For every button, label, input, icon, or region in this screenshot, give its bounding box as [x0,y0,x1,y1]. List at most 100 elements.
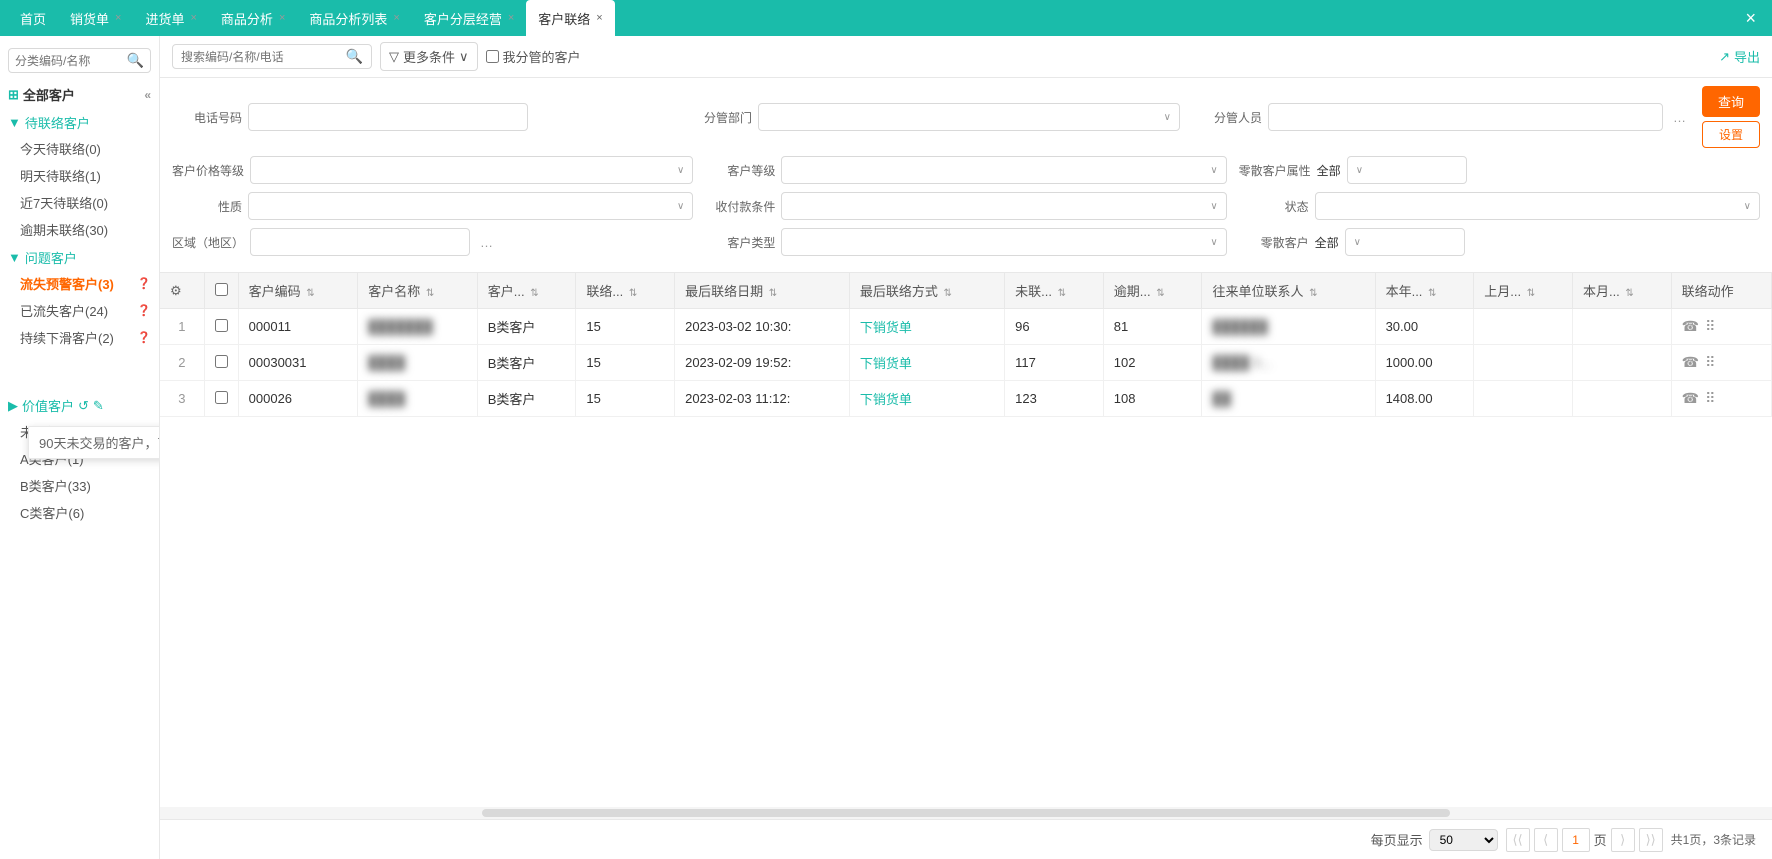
contact-icon-1[interactable]: ☎ [1682,318,1699,335]
edit-icon[interactable]: ✎ [93,398,104,414]
th-checkbox[interactable] [204,273,238,309]
more-action-icon-3[interactable]: ⠿ [1705,390,1715,407]
sidebar-section-pending[interactable]: ▼ 待联络客户 [0,108,159,135]
manager-select[interactable] [1268,103,1663,131]
export-button[interactable]: ↗ 导出 [1719,47,1760,66]
row-way-2[interactable]: 下销货单 [849,345,1004,381]
page-size-select[interactable]: 50 100 [1429,829,1498,851]
th-this-year[interactable]: 本年... ⇅ [1375,273,1474,309]
close-tab-customer-segmentation[interactable]: × [508,12,514,24]
th-contact[interactable]: 联络... ⇅ [576,273,675,309]
sidebar-section-value[interactable]: ▶ 价值客户 ↺ ✎ [0,391,159,418]
sidebar-collapse-btn[interactable]: « [144,88,151,102]
tab-customer-segmentation[interactable]: 客户分层经营 × [412,0,526,36]
sidebar-item-c-customers[interactable]: C类客户(6) [0,499,159,526]
close-tab-purchase-order[interactable]: × [190,12,196,24]
more-action-icon-2[interactable]: ⠿ [1705,354,1715,371]
tab-product-analysis-list[interactable]: 商品分析列表 × [297,0,411,36]
row-way-1[interactable]: 下销货单 [849,309,1004,345]
gender-select[interactable]: ∨ [248,192,693,220]
close-tab-sales-order[interactable]: × [115,12,121,24]
tab-customer-contact[interactable]: 客户联络 × [526,0,614,36]
th-this-month[interactable]: 本月... ⇅ [1572,273,1671,309]
sort-overdue-icon: ⇅ [1156,288,1164,299]
search-input[interactable] [181,50,346,64]
customer-type-select[interactable]: ∨ [781,228,1226,256]
next-page-button[interactable]: ⟩ [1611,828,1635,852]
table-row: 3 000026 ████ B类客户 15 2023-02-03 11:12: … [160,381,1772,417]
more-action-icon-1[interactable]: ⠿ [1705,318,1715,335]
row-way-3[interactable]: 下销货单 [849,381,1004,417]
tab-home[interactable]: 首页 [8,0,58,36]
sidebar-search-wrap[interactable]: 🔍 [8,48,151,73]
sidebar-item-tomorrow-pending[interactable]: 明天待联络(1) [0,162,159,189]
sidebar-item-overdue-pending[interactable]: 逾期未联络(30) [0,216,159,243]
row-checkbox-1[interactable] [215,319,228,332]
row-check-1[interactable] [204,309,238,345]
sidebar-item-churned[interactable]: 已流失客户(24) ❓ [0,297,159,324]
th-last-date[interactable]: 最后联络日期 ⇅ [675,273,850,309]
payment-select[interactable]: ∨ [781,192,1226,220]
search-input-wrap[interactable]: 🔍 [172,44,372,69]
tab-sales-order[interactable]: 销货单 × [58,0,133,36]
sort-unit-icon: ⇅ [1309,288,1317,299]
sidebar-search-input[interactable] [15,54,127,68]
retail-attr-select[interactable]: ∨ [1347,156,1467,184]
contact-icon-2[interactable]: ☎ [1682,354,1699,371]
close-tab-customer-contact[interactable]: × [596,12,602,24]
dept-select[interactable]: ∨ [758,103,1180,131]
th-name[interactable]: 客户名称 ⇅ [358,273,478,309]
manager-more-icon[interactable]: … [1669,110,1690,125]
prev-page-button[interactable]: ⟨ [1534,828,1558,852]
tab-product-analysis[interactable]: 商品分析 × [209,0,297,36]
sidebar-section-problem[interactable]: ▼ 问题客户 [0,243,159,270]
first-page-button[interactable]: ⟨⟨ [1506,828,1530,852]
help-icon-churned[interactable]: ❓ [137,304,151,317]
sidebar-item-declining[interactable]: 持续下滑客户(2) ❓ [0,324,159,351]
horizontal-scrollbar[interactable] [160,807,1772,819]
help-icon-churn-warning[interactable]: ❓ [137,277,151,290]
help-icon-declining[interactable]: ❓ [137,331,151,344]
th-code[interactable]: 客户编码 ⇅ [238,273,358,309]
retail-customer-select[interactable]: ∨ [1345,228,1465,256]
sidebar-item-today-pending[interactable]: 今天待联络(0) [0,135,159,162]
select-all-checkbox[interactable] [215,283,228,296]
sidebar-item-churn-warning[interactable]: 流失预警客户(3) ❓ [0,270,159,297]
row-year-1: 30.00 [1375,309,1474,345]
settings-button[interactable]: 设置 [1702,121,1760,148]
customer-table: ⚙ 客户编码 ⇅ 客户名称 ⇅ 客户... [160,273,1772,417]
more-conditions-button[interactable]: ▽ 更多条件 ∨ [380,42,478,71]
th-last-month[interactable]: 上月... ⇅ [1474,273,1573,309]
refresh-icon[interactable]: ↺ [78,398,89,414]
my-customers-checkbox[interactable] [486,50,499,63]
sidebar-item-week-pending[interactable]: 近7天待联络(0) [0,189,159,216]
sidebar-all-customers[interactable]: ⊞ 全部客户 « [0,81,159,108]
price-level-select[interactable]: ∨ [250,156,693,184]
region-select[interactable] [250,228,470,256]
status-select[interactable]: ∨ [1315,192,1760,220]
window-close-button[interactable]: × [1737,8,1764,29]
row-check-2[interactable] [204,345,238,381]
row-checkbox-2[interactable] [215,355,228,368]
last-page-button[interactable]: ⟩⟩ [1639,828,1663,852]
th-unit-contact[interactable]: 往来单位联系人 ⇅ [1202,273,1375,309]
query-button[interactable]: 查询 [1702,86,1760,117]
my-customers-wrap[interactable]: 我分管的客户 [486,47,581,66]
region-more-icon[interactable]: … [476,235,497,250]
sidebar-item-b-customers[interactable]: B类客户(33) [0,472,159,499]
th-type[interactable]: 客户... ⇅ [477,273,576,309]
th-uncontacted[interactable]: 未联... ⇅ [1005,273,1104,309]
search-button[interactable]: 🔍 [346,48,363,65]
phone-input[interactable] [248,103,528,131]
row-check-3[interactable] [204,381,238,417]
th-overdue[interactable]: 逾期... ⇅ [1103,273,1202,309]
scrollbar-track[interactable] [482,809,1449,817]
close-tab-product-analysis[interactable]: × [279,12,285,24]
row-checkbox-3[interactable] [215,391,228,404]
contact-icon-3[interactable]: ☎ [1682,390,1699,407]
customer-level-select[interactable]: ∨ [781,156,1226,184]
th-last-way[interactable]: 最后联络方式 ⇅ [849,273,1004,309]
tab-purchase-order[interactable]: 进货单 × [133,0,208,36]
close-tab-product-analysis-list[interactable]: × [393,12,399,24]
th-settings[interactable]: ⚙ [160,273,204,309]
